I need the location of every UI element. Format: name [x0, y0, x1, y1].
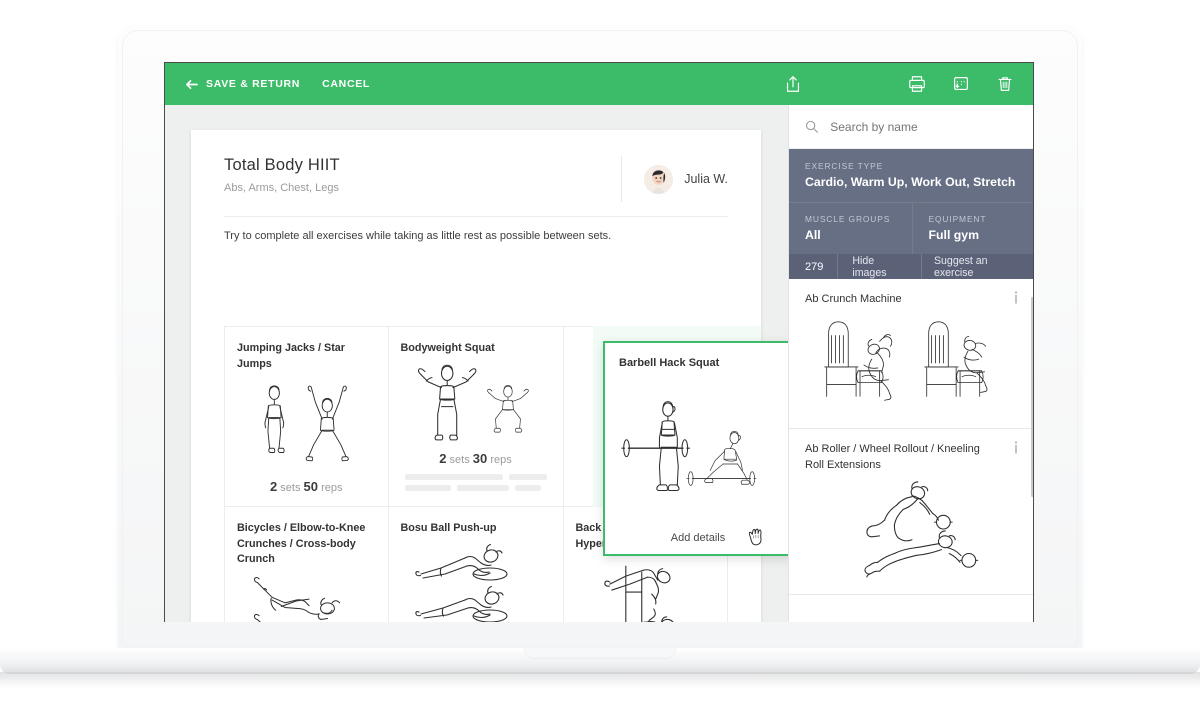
- share-button[interactable]: [783, 74, 803, 94]
- print-button[interactable]: [907, 74, 927, 94]
- workout-document-card: Total Body HIIT Abs, Arms, Chest, Legs J…: [191, 130, 788, 622]
- info-icon[interactable]: [1011, 441, 1021, 454]
- exercise-card[interactable]: Bicycles / Elbow-to-Knee Crunches / Cros…: [225, 507, 389, 622]
- search-input[interactable]: [830, 119, 1019, 134]
- library-figure-ab-crunch-machine: [805, 308, 1019, 418]
- suggest-an-exercise-button[interactable]: Suggest an exercise: [920, 254, 1033, 279]
- reps-label: reps: [321, 482, 343, 494]
- filter-muscle-groups-value: All: [805, 228, 821, 242]
- reps-label: reps: [490, 454, 512, 466]
- library-item-title: Ab Roller / Wheel Rollout / Kneeling Rol…: [805, 442, 980, 471]
- sets-label: sets: [280, 482, 301, 494]
- save-and-return-button[interactable]: SAVE & RETURN: [185, 78, 300, 91]
- search-bar[interactable]: [789, 105, 1033, 149]
- exercise-title: Bodyweight Squat: [400, 342, 495, 354]
- filter-muscle-groups-label: MUSCLE GROUPS: [805, 214, 891, 224]
- exercise-title: Bicycles / Elbow-to-Knee Crunches / Cros…: [237, 522, 366, 566]
- reps-value: 30: [472, 451, 488, 466]
- filter-muscle-groups[interactable]: MUSCLE GROUPS All: [789, 203, 913, 254]
- filter-equipment-label: EQUIPMENT: [928, 214, 987, 224]
- exercise-figure-bicycle-crunch: [237, 568, 376, 622]
- exercise-figure-bodyweight-squat: [401, 357, 551, 451]
- sets-label: sets: [449, 454, 470, 466]
- cancel-button[interactable]: CANCEL: [322, 78, 370, 90]
- document-header: Total Body HIIT Abs, Arms, Chest, Legs J…: [191, 130, 761, 202]
- exercise-card[interactable]: Bodyweight Squat 2 sets 30 reps: [388, 327, 564, 507]
- filter-toolbar: 279 Hide images Suggest an exercise: [789, 254, 1033, 279]
- document-intro-text: Try to complete all exercises while taki…: [224, 230, 612, 242]
- top-toolbar: SAVE & RETURN CANCEL: [165, 63, 1033, 105]
- arrow-left-icon: [186, 79, 198, 89]
- filter-equipment-value: Full gym: [928, 228, 980, 242]
- info-icon[interactable]: [1011, 291, 1021, 304]
- reps-value: 50: [303, 479, 319, 494]
- library-item-title: Ab Crunch Machine: [805, 293, 902, 305]
- laptop-base-notch: [524, 648, 676, 659]
- exercise-figure-barbell-hack-squat: [619, 369, 777, 532]
- exercise-sets-reps: 2 sets 50 reps: [237, 479, 376, 496]
- filter-panel: EXERCISE TYPE Cardio, Warm Up, Work Out,…: [789, 149, 1034, 279]
- result-count: 279: [805, 260, 824, 273]
- library-item[interactable]: Ab Roller / Wheel Rollout / Kneeling Rol…: [789, 428, 1033, 595]
- sets-value: 2: [439, 451, 447, 466]
- library-item[interactable]: Ab Crunch Machine: [789, 279, 1033, 429]
- print-icon: [909, 76, 925, 92]
- hide-images-button[interactable]: Hide images: [837, 254, 921, 279]
- exercise-card[interactable]: Bosu Ball Push-up: [388, 507, 564, 622]
- add-note-button[interactable]: [951, 74, 971, 94]
- placeholder-lines: [401, 468, 551, 496]
- scrollbar-track[interactable]: [1031, 149, 1033, 622]
- exercise-library-panel: EXERCISE TYPE Cardio, Warm Up, Work Out,…: [788, 105, 1034, 622]
- dragged-card-footer: Add details: [619, 528, 777, 546]
- scrollbar-thumb[interactable]: [1031, 297, 1033, 497]
- laptop-shadow: [0, 672, 1200, 688]
- avatar: [644, 164, 674, 194]
- add-note-icon: [954, 77, 968, 91]
- trash-icon: [998, 77, 1012, 91]
- filter-exercise-type-value: Cardio, Warm Up, Work Out, Stretch: [805, 175, 1016, 189]
- document-subtitle: Abs, Arms, Chest, Legs: [224, 182, 339, 194]
- filter-exercise-type[interactable]: EXERCISE TYPE Cardio, Warm Up, Work Out,…: [789, 149, 1033, 202]
- add-details-button[interactable]: Add details: [671, 532, 725, 544]
- exercise-card[interactable]: Jumping Jacks / Star Jumps 2 sets 50 rep…: [225, 327, 389, 507]
- exercise-title: Jumping Jacks / Star Jumps: [237, 342, 346, 370]
- document-area: Total Body HIIT Abs, Arms, Chest, Legs J…: [165, 105, 788, 622]
- exercise-figure-jumping-jacks: [237, 372, 376, 479]
- sets-value: 2: [270, 479, 278, 494]
- search-icon: [805, 120, 818, 133]
- filter-equipment[interactable]: EQUIPMENT Full gym: [913, 203, 1034, 254]
- filter-row: MUSCLE GROUPS All EQUIPMENT Full gym: [789, 202, 1034, 254]
- exercise-sets-reps: 2 sets 30 reps: [401, 451, 551, 468]
- save-and-return-label: SAVE & RETURN: [206, 78, 301, 90]
- page-title: Total Body HIIT: [224, 156, 340, 174]
- library-figure-ab-roller: [805, 474, 1019, 584]
- exercise-figure-bosu-pushup: [401, 537, 551, 622]
- dragged-card-title: Barbell Hack Squat: [619, 357, 720, 369]
- author-block[interactable]: Julia W.: [621, 156, 728, 202]
- screen: SAVE & RETURN CANCEL Total Body HIIT Abs…: [164, 62, 1034, 622]
- filter-exercise-type-label: EXERCISE TYPE: [805, 161, 884, 171]
- exercise-title: Bosu Ball Push-up: [400, 522, 497, 534]
- author-name: Julia W.: [684, 172, 728, 186]
- grabbing-hand-icon: [748, 528, 762, 546]
- share-icon: [786, 76, 800, 92]
- delete-button[interactable]: [995, 74, 1015, 94]
- dragged-exercise-card[interactable]: Barbell Hack Squat Add details: [603, 341, 788, 556]
- exercise-figure-back-extension: [576, 552, 716, 622]
